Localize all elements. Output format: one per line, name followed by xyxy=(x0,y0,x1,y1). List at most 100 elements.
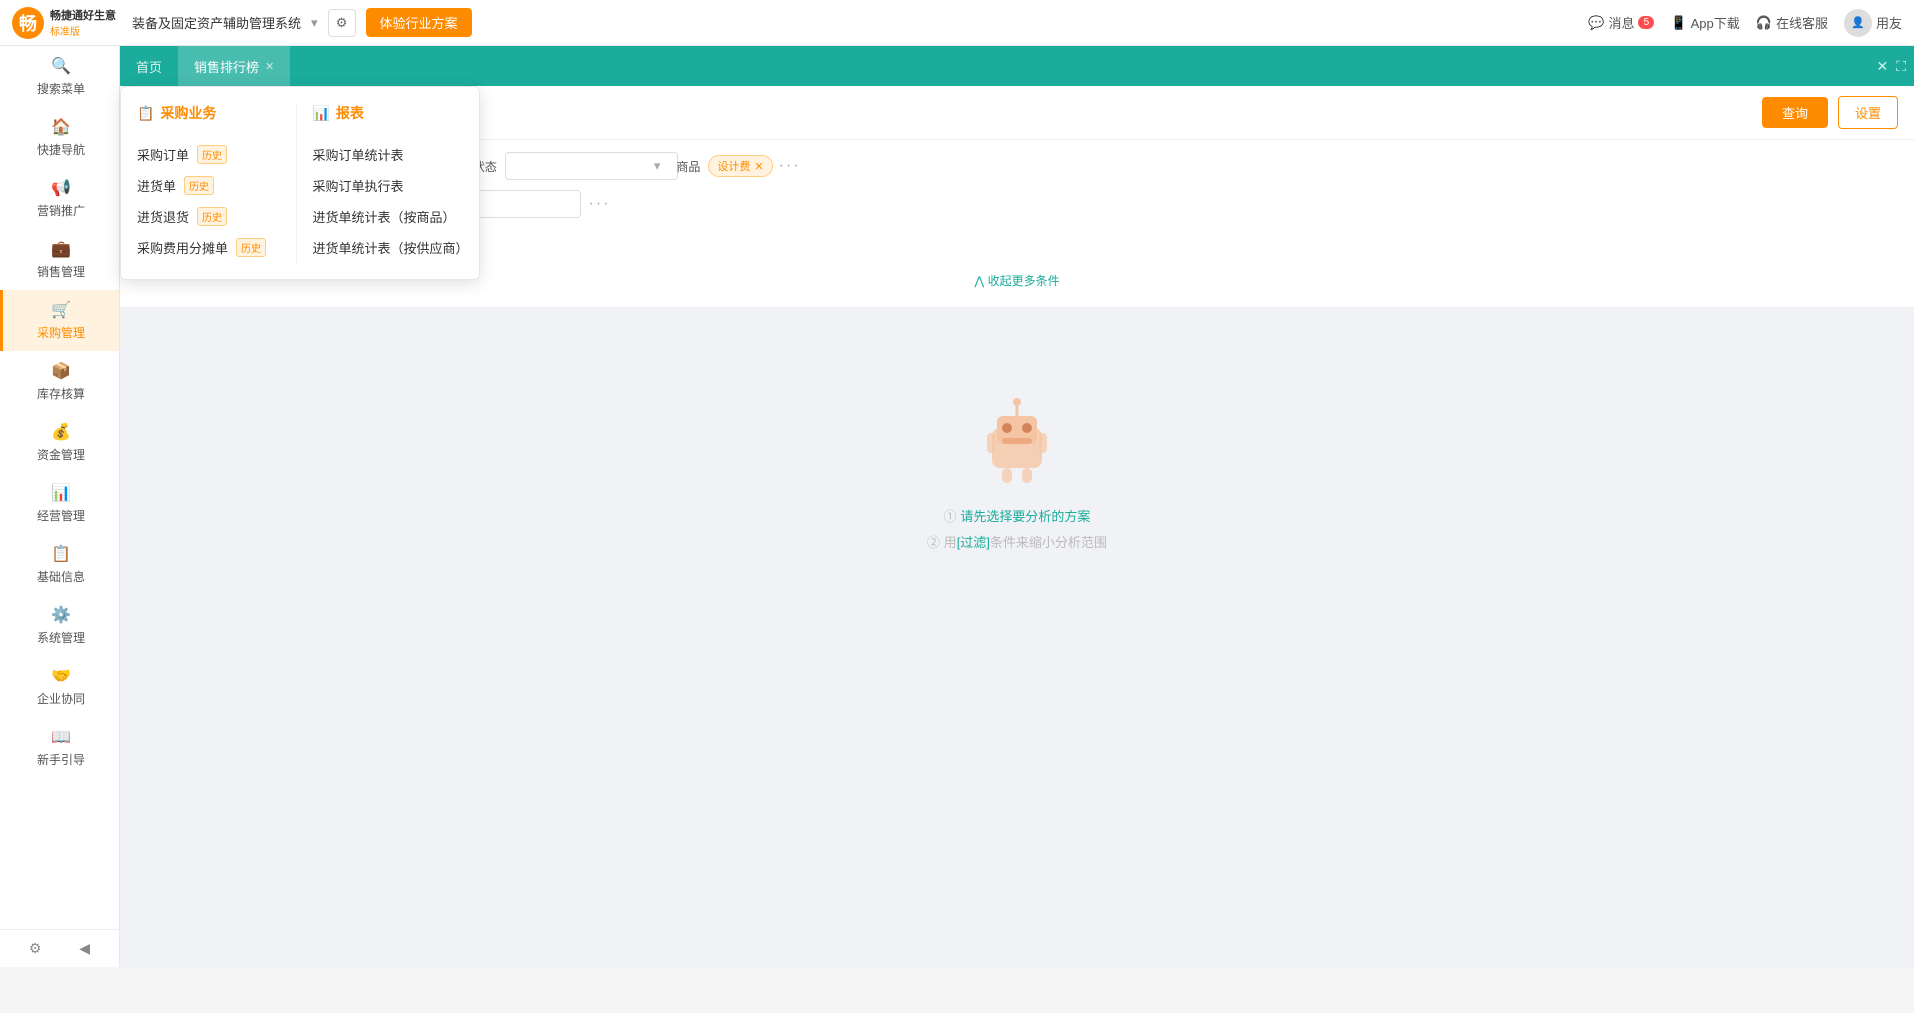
sidebar-collapse-button[interactable]: ◀ xyxy=(79,940,90,957)
sidebar-label-purchase: 采购管理 xyxy=(37,324,85,341)
menu-item-incoming-by-goods[interactable]: 进货单统计表（按商品） xyxy=(313,201,464,232)
menu-item-expense[interactable]: 采购费用分摊单 历史 xyxy=(137,232,288,263)
headset-icon: 🎧 xyxy=(1756,15,1772,31)
menu-item-incoming-label: 进货单 xyxy=(137,176,176,195)
phone-icon: 📱 xyxy=(1670,15,1686,31)
message-label: 消息 xyxy=(1608,13,1634,32)
search-icon: 🔍 xyxy=(51,56,71,76)
system-name: 装备及固定资产辅助管理系统 xyxy=(132,13,301,32)
box-icon: 📦 xyxy=(51,361,71,381)
purchase-menu-column: 📋 采购业务 采购订单 历史 进货单 历史 进货退货 历史 采购费用分摊单 历史 xyxy=(137,103,288,263)
menu-item-incoming-by-supplier[interactable]: 进货单统计表（按供应商） xyxy=(313,232,464,263)
menu-item-purchase-order[interactable]: 采购订单 历史 xyxy=(137,139,288,170)
purchase-menu-title: 采购业务 xyxy=(160,103,216,123)
tab-maximize-button[interactable]: ⛶ xyxy=(1896,58,1906,75)
purchase-dropdown-menu: 📋 采购业务 采购订单 历史 进货单 历史 进货退货 历史 采购费用分摊单 历史… xyxy=(120,86,480,280)
filter-group-status: 单据状态 ▾ xyxy=(449,152,661,180)
cart-icon: 🛒 xyxy=(51,300,71,320)
sidebar-item-navigation[interactable]: 🏠 快捷导航 xyxy=(0,107,119,168)
sidebar-item-cooperation[interactable]: 🤝 企业协同 xyxy=(0,656,119,717)
sidebar-label-marketing: 营销推广 xyxy=(37,202,85,219)
menu-item-purchase-order-label: 采购订单 xyxy=(137,145,189,164)
message-badge: 5 xyxy=(1638,16,1654,29)
header-center: 装备及固定资产辅助管理系统 ▾ ⚙ 体验行业方案 xyxy=(132,8,1588,37)
top-header: 畅 畅捷通好生意 标准版 装备及固定资产辅助管理系统 ▾ ⚙ 体验行业方案 💬 … xyxy=(0,0,1914,46)
user-menu-button[interactable]: 👤 用友 xyxy=(1844,9,1902,37)
sidebar-label-basic-info: 基础信息 xyxy=(37,568,85,585)
goods-filter-label: 商品 xyxy=(676,158,700,175)
user-avatar: 👤 xyxy=(1844,9,1872,37)
incoming-by-goods-label: 进货单统计表（按商品） xyxy=(313,207,456,226)
logo-area: 畅 畅捷通好生意 标准版 xyxy=(12,7,132,39)
salesperson-more-button[interactable]: ··· xyxy=(589,195,611,213)
menu-item-purchase-order-stat[interactable]: 采购订单统计表 xyxy=(313,139,464,170)
tab-actions: ✕ ⛶ xyxy=(1876,58,1914,75)
handshake-icon: 🤝 xyxy=(51,666,71,686)
online-service-label: 在线客服 xyxy=(1776,13,1828,32)
menu-item-purchase-order-exec[interactable]: 采购订单执行表 xyxy=(313,170,464,201)
filter-group-goods: 商品 设计费 ✕ ··· xyxy=(676,155,800,177)
settings-button[interactable]: ⚙ xyxy=(328,9,356,37)
tab-sales-ranking[interactable]: 销售排行榜 ✕ xyxy=(178,46,290,86)
empty-hint-2: ② 用[过滤]条件来缩小分析范围 xyxy=(927,530,1107,556)
menu-item-return-label: 进货退货 xyxy=(137,207,189,226)
query-button[interactable]: 查询 xyxy=(1762,97,1828,128)
tab-close-icon[interactable]: ✕ xyxy=(265,60,274,73)
purchase-menu-header: 📋 采购业务 xyxy=(137,103,288,129)
return-badge: 历史 xyxy=(197,207,227,226)
sidebar-bottom: ⚙ ◀ xyxy=(0,929,119,967)
empty-state: ① 请先选择要分析的方案 ② 用[过滤]条件来缩小分析范围 xyxy=(120,308,1914,636)
sidebar-label-navigation: 快捷导航 xyxy=(37,141,85,158)
goods-more-button[interactable]: ··· xyxy=(779,157,801,175)
sidebar-label-inventory: 库存核算 xyxy=(37,385,85,402)
sidebar-settings-button[interactable]: ⚙ xyxy=(29,940,42,957)
sidebar-item-management[interactable]: 📊 经营管理 xyxy=(0,473,119,534)
settings-button-toolbar[interactable]: 设置 xyxy=(1838,96,1898,129)
purchase-order-exec-label: 采购订单执行表 xyxy=(313,176,404,195)
tab-close-button[interactable]: ✕ xyxy=(1876,58,1888,75)
purchase-order-stat-label: 采购订单统计表 xyxy=(313,145,404,164)
megaphone-icon: 📢 xyxy=(51,178,71,198)
message-icon: 💬 xyxy=(1588,15,1604,31)
message-button[interactable]: 💬 消息 5 xyxy=(1588,13,1654,32)
sidebar-item-sales[interactable]: 💼 销售管理 xyxy=(0,229,119,290)
sidebar-item-search[interactable]: 🔍 搜索菜单 xyxy=(0,46,119,107)
online-service-button[interactable]: 🎧 在线客服 xyxy=(1756,13,1828,32)
list-icon: 📋 xyxy=(51,544,71,564)
sidebar-item-system[interactable]: ⚙️ 系统管理 xyxy=(0,595,119,656)
sidebar-item-marketing[interactable]: 📢 营销推广 xyxy=(0,168,119,229)
sidebar-label-finance: 资金管理 xyxy=(37,446,85,463)
app-name: 畅捷通好生意 xyxy=(50,7,116,23)
sidebar-item-finance[interactable]: 💰 资金管理 xyxy=(0,412,119,473)
empty-hint-1: ① 请先选择要分析的方案 xyxy=(944,504,1091,530)
incoming-badge: 历史 xyxy=(184,176,214,195)
logo-icon: 畅 xyxy=(12,7,44,39)
industry-button[interactable]: 体验行业方案 xyxy=(366,8,472,37)
sidebar-label-guide: 新手引导 xyxy=(37,751,85,768)
app-download-button[interactable]: 📱 App下载 xyxy=(1670,13,1739,32)
sidebar-label-sales: 销售管理 xyxy=(37,263,85,280)
sidebar-item-basic-info[interactable]: 📋 基础信息 xyxy=(0,534,119,595)
system-dropdown-icon[interactable]: ▾ xyxy=(311,15,318,31)
sidebar-label-search: 搜索菜单 xyxy=(37,80,85,97)
sidebar-item-inventory[interactable]: 📦 库存核算 xyxy=(0,351,119,412)
goods-chip-close[interactable]: ✕ xyxy=(754,160,763,173)
empty-robot-illustration xyxy=(967,388,1067,488)
home-icon: 🏠 xyxy=(51,117,71,137)
sidebar-label-management: 经营管理 xyxy=(37,507,85,524)
tab-home[interactable]: 首页 xyxy=(120,46,178,86)
sidebar-label-system: 系统管理 xyxy=(37,629,85,646)
collapse-up-icon: ⋀ xyxy=(974,274,984,288)
bill-status-select[interactable] xyxy=(505,152,678,180)
menu-item-incoming[interactable]: 进货单 历史 xyxy=(137,170,288,201)
sidebar-item-guide[interactable]: 📖 新手引导 xyxy=(0,717,119,778)
chart-icon: 📊 xyxy=(51,483,71,503)
goods-chip-label: 设计费 xyxy=(717,158,750,174)
menu-item-return[interactable]: 进货退货 历史 xyxy=(137,201,288,232)
app-edition: 标准版 xyxy=(50,23,116,38)
gear-icon: ⚙️ xyxy=(51,605,71,625)
tab-home-label: 首页 xyxy=(136,57,162,76)
sidebar-item-purchase[interactable]: 🛒 采购管理 xyxy=(0,290,119,351)
purchase-order-badge: 历史 xyxy=(197,145,227,164)
report-menu-header: 📊 报表 xyxy=(313,103,464,129)
